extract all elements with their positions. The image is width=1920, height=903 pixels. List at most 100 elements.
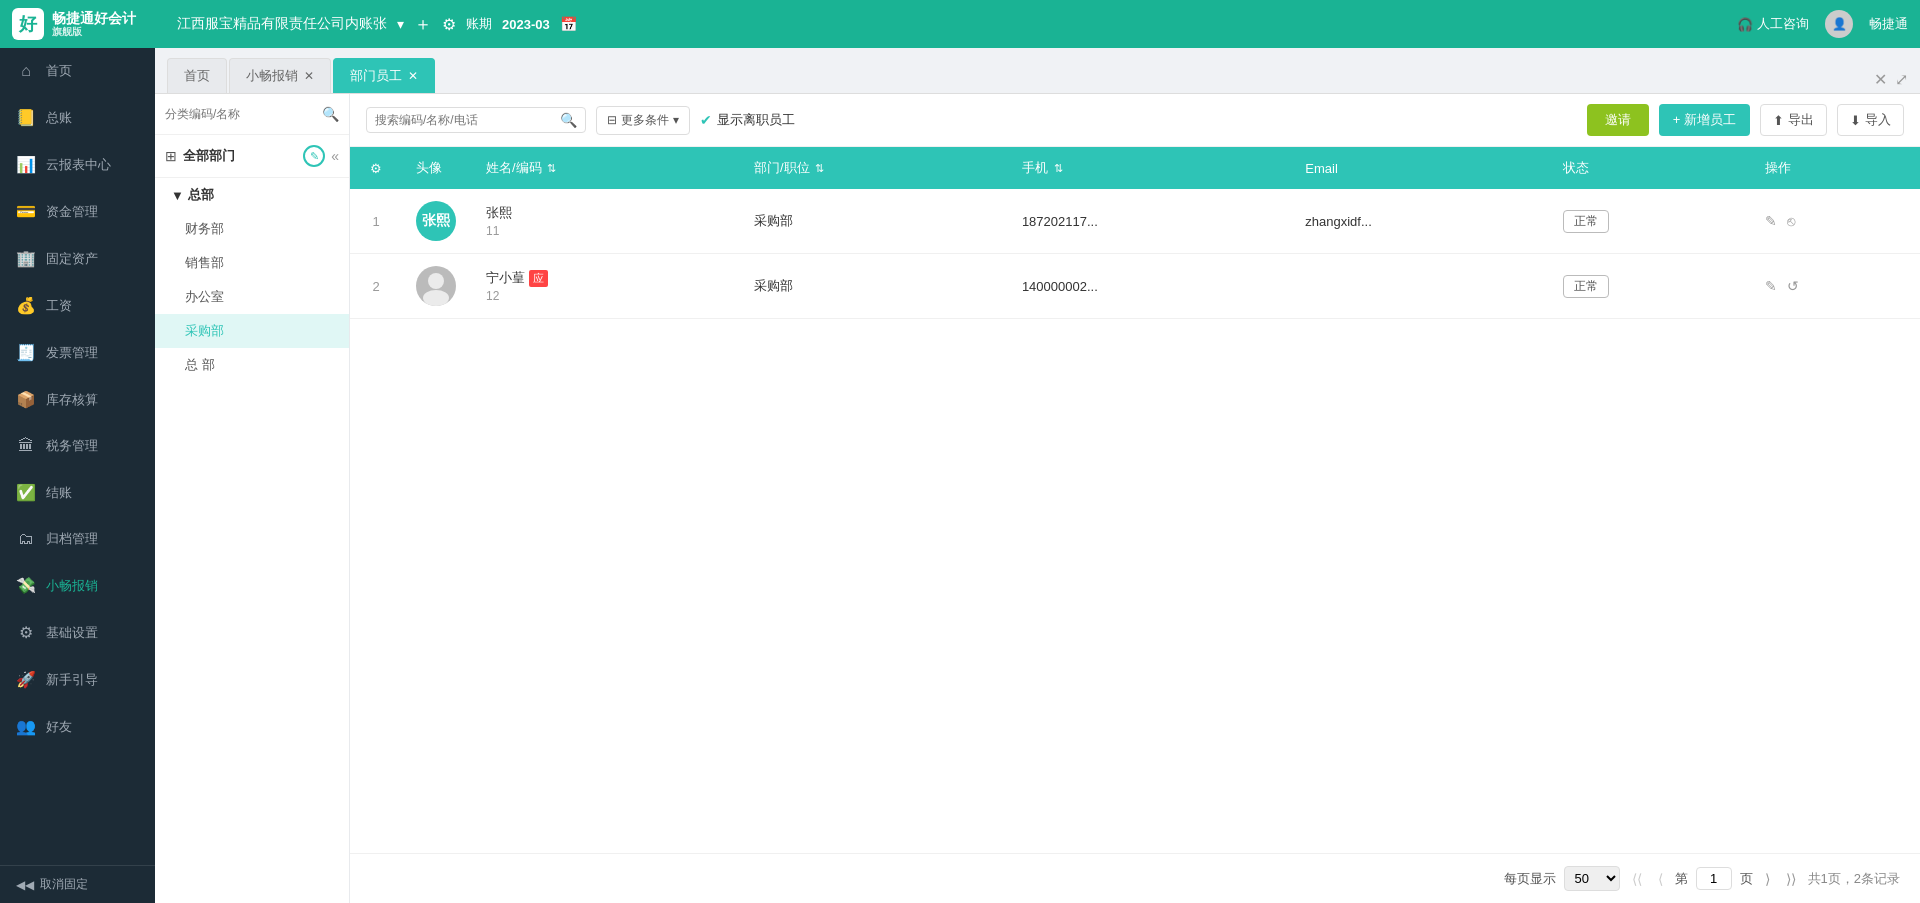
sidebar-item-label: 库存核算 (46, 391, 98, 409)
support-btn[interactable]: 🎧 人工咨询 (1737, 15, 1809, 33)
sidebar: ⌂ 首页 📒 总账 📊 云报表中心 💳 资金管理 🏢 固定资产 💰 工资 🧾 发… (0, 48, 155, 903)
sidebar-item-assets[interactable]: 🏢 固定资产 (0, 235, 155, 282)
row-status-cell: 正常 (1549, 254, 1751, 319)
add-company-btn[interactable]: ＋ (414, 15, 432, 33)
funds-icon: 💳 (16, 202, 36, 221)
company-dropdown-btn[interactable]: ▾ (397, 16, 404, 32)
dept-item-bangong[interactable]: 办公室 (155, 280, 349, 314)
tab-dept[interactable]: 部门员工 ✕ (333, 58, 435, 93)
emp-code: 11 (486, 224, 726, 238)
page-last-btn[interactable]: ⟩⟩ (1782, 869, 1800, 889)
tab-expense-close-btn[interactable]: ✕ (304, 70, 314, 82)
sidebar-item-settings[interactable]: ⚙ 基础设置 (0, 609, 155, 656)
sidebar-item-label: 结账 (46, 484, 72, 502)
col-dept[interactable]: 部门/职位 ⇅ (740, 147, 1008, 189)
top-bar: 好 畅捷通好会计 旗舰版 江西服宝精品有限责任公司内账张 ▾ ＋ ⚙ 账期 20… (0, 0, 1920, 48)
salary-icon: 💰 (16, 296, 36, 315)
dept-item-zongbu[interactable]: 总 部 (155, 348, 349, 382)
row-action-cell: ✎⎋ (1751, 189, 1920, 254)
sidebar-item-invoice[interactable]: 🧾 发票管理 (0, 329, 155, 376)
support-label: 人工咨询 (1757, 15, 1809, 33)
delete-icon[interactable]: ↺ (1787, 278, 1799, 294)
dept-group-zongbu: ▼ 总部 财务部 销售部 办公室 采购部 总 部 (155, 178, 349, 382)
row-action-cell: ✎↺ (1751, 254, 1920, 319)
dept-item-xiaoshou[interactable]: 销售部 (155, 246, 349, 280)
col-phone[interactable]: 手机 ⇅ (1008, 147, 1291, 189)
row-avatar-cell: 张熙 (402, 189, 472, 254)
emp-name: 宁小葟应 (486, 269, 726, 287)
tab-dept-close-btn[interactable]: ✕ (408, 70, 418, 82)
sidebar-cancel-fixed[interactable]: ◀◀ 取消固定 (0, 865, 155, 903)
dept-grid-icon: ⊞ (165, 148, 177, 164)
sidebar-item-label: 发票管理 (46, 344, 98, 362)
sidebar-item-reports[interactable]: 📊 云报表中心 (0, 141, 155, 188)
ledger-icon: 📒 (16, 108, 36, 127)
triangle-icon: ▼ (171, 188, 184, 203)
main-layout: ⌂ 首页 📒 总账 📊 云报表中心 💳 资金管理 🏢 固定资产 💰 工资 🧾 发… (0, 48, 1920, 903)
calendar-icon[interactable]: 📅 (560, 16, 577, 32)
window-close-btn[interactable]: ✕ (1874, 70, 1887, 89)
edit-icon[interactable]: ✎ (1765, 213, 1777, 229)
sidebar-item-tax[interactable]: 🏛 税务管理 (0, 423, 155, 469)
sidebar-item-guide[interactable]: 🚀 新手引导 (0, 656, 155, 703)
edit-icon[interactable]: ✎ (1765, 278, 1777, 294)
tab-window-btns: ✕ ⤢ (1874, 70, 1908, 93)
page-input[interactable] (1696, 867, 1732, 890)
export-btn[interactable]: ⬆ 导出 (1760, 104, 1827, 136)
sidebar-item-partner[interactable]: 👥 好友 (0, 703, 155, 750)
app-title: 畅捷通好会计 (52, 11, 136, 26)
archive-icon: 🗂 (16, 530, 36, 548)
invite-btn[interactable]: 邀请 (1587, 104, 1649, 136)
status-badge: 正常 (1563, 210, 1609, 233)
page-prev-btn[interactable]: ⟨ (1654, 869, 1667, 889)
sidebar-item-inventory[interactable]: 📦 库存核算 (0, 376, 155, 423)
sidebar-item-salary[interactable]: 💰 工资 (0, 282, 155, 329)
window-expand-btn[interactable]: ⤢ (1895, 70, 1908, 89)
guide-icon: 🚀 (16, 670, 36, 689)
all-dept-header[interactable]: ⊞ 全部部门 ✎ « (155, 135, 349, 178)
dept-search-btn[interactable]: 🔍 (322, 106, 339, 122)
row-phone-cell: 187202117... (1008, 189, 1291, 254)
col-avatar: 头像 (402, 147, 472, 189)
add-emp-btn[interactable]: + 新增员工 (1659, 104, 1750, 136)
dept-item-caigou[interactable]: 采购部 (155, 314, 349, 348)
reports-icon: 📊 (16, 155, 36, 174)
col-settings[interactable]: ⚙ (350, 147, 402, 189)
cancel-fixed-label: 取消固定 (40, 876, 88, 893)
sidebar-item-funds[interactable]: 💳 资金管理 (0, 188, 155, 235)
col-name[interactable]: 姓名/编码 ⇅ (472, 147, 740, 189)
sidebar-item-ledger[interactable]: 📒 总账 (0, 94, 155, 141)
sidebar-item-expense[interactable]: 💸 小畅报销 (0, 562, 155, 609)
page-label: 页 (1740, 870, 1753, 888)
col-action: 操作 (1751, 147, 1920, 189)
checkbox-icon: ✔ (700, 112, 712, 128)
dept-item-caiwu[interactable]: 财务部 (155, 212, 349, 246)
dept-edit-badge[interactable]: ✎ (303, 145, 325, 167)
more-filter-btn[interactable]: ⊟ 更多条件 ▾ (596, 106, 690, 135)
settings-gear-btn[interactable]: ⚙ (442, 15, 456, 34)
import-btn[interactable]: ⬇ 导入 (1837, 104, 1904, 136)
logo: 好 畅捷通好会计 旗舰版 (12, 8, 167, 40)
sidebar-item-label: 固定资产 (46, 250, 98, 268)
svg-point-0 (428, 273, 444, 289)
sidebar-item-archive[interactable]: 🗂 归档管理 (0, 516, 155, 562)
row-email-cell (1291, 254, 1549, 319)
dept-collapse-icon[interactable]: « (331, 148, 339, 164)
tab-expense[interactable]: 小畅报销 ✕ (229, 58, 331, 93)
dept-search-input[interactable] (165, 107, 316, 121)
settings-icon: ⚙ (16, 623, 36, 642)
sidebar-item-home[interactable]: ⌂ 首页 (0, 48, 155, 94)
page-next-btn[interactable]: ⟩ (1761, 869, 1774, 889)
total-text: 共1页，2条记录 (1808, 870, 1900, 888)
show-leave-check[interactable]: ✔ 显示离职员工 (700, 111, 795, 129)
row-dept-cell: 采购部 (740, 189, 1008, 254)
emp-tag-badge: 应 (529, 270, 548, 287)
tab-home[interactable]: 首页 (167, 58, 227, 93)
logout-icon[interactable]: ⎋ (1787, 213, 1795, 229)
sidebar-item-checkout[interactable]: ✅ 结账 (0, 469, 155, 516)
emp-search-input[interactable] (375, 113, 554, 127)
dept-group-header[interactable]: ▼ 总部 (155, 178, 349, 212)
page-size-label: 每页显示 (1504, 870, 1556, 888)
page-size-select[interactable]: 50 10 20 100 (1564, 866, 1620, 891)
page-first-btn[interactable]: ⟨⟨ (1628, 869, 1646, 889)
